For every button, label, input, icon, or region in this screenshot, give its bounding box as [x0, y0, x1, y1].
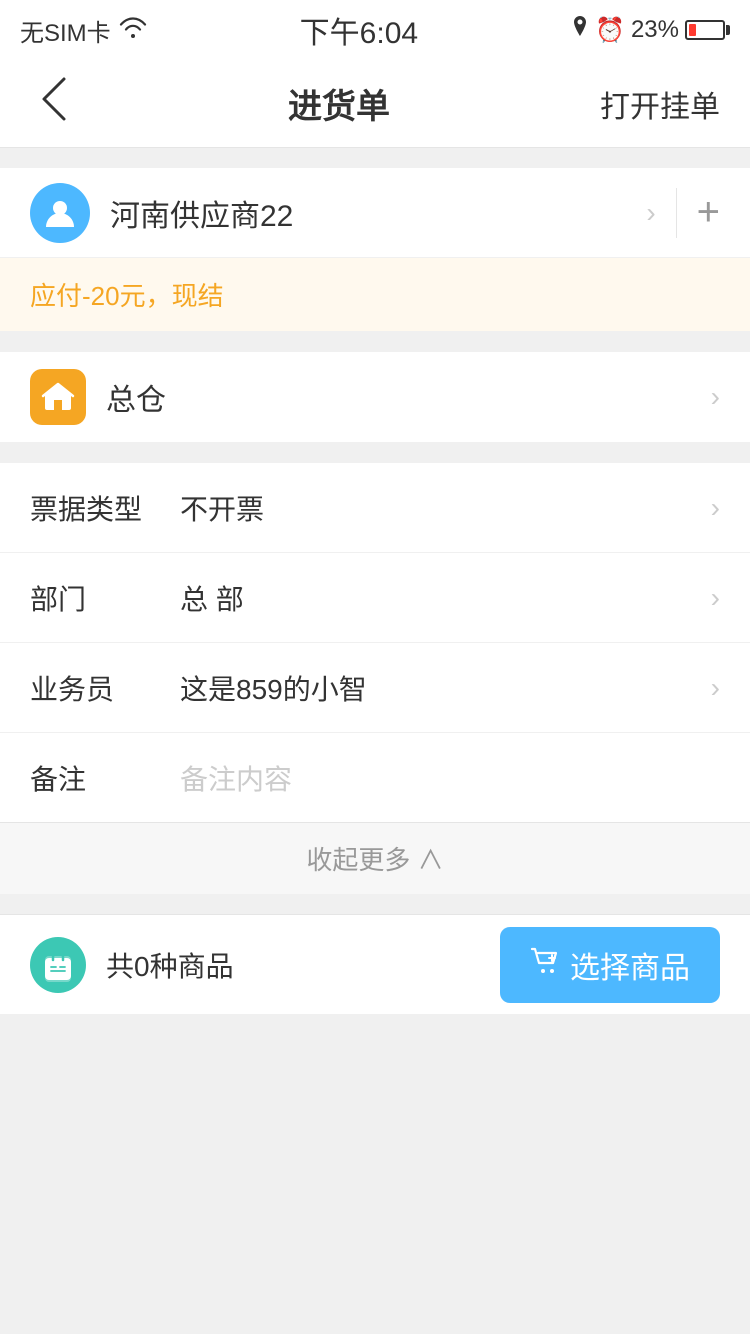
add-supplier-button[interactable]: + [697, 190, 720, 235]
page-background [0, 1014, 750, 1314]
status-right: ⏰ 23% [571, 16, 730, 45]
invoice-row[interactable]: 票据类型 不开票 › [0, 462, 750, 552]
supplier-name: 河南供应商22 [110, 191, 646, 235]
supplier-avatar [30, 183, 90, 243]
section-gap-1 [0, 148, 750, 168]
carrier-text: 无SIM卡 [20, 13, 111, 48]
status-bar: 无SIM卡 下午6:04 ⏰ 23% [0, 0, 750, 60]
salesman-row[interactable]: 业务员 这是859的小智 › [0, 642, 750, 732]
select-goods-button[interactable]: 选择商品 [500, 927, 720, 1003]
dept-row[interactable]: 部门 总 部 › [0, 552, 750, 642]
form-card: 票据类型 不开票 › 部门 总 部 › 业务员 这是859的小智 › 备注 备注… [0, 462, 750, 894]
warehouse-name: 总仓 [106, 375, 711, 419]
battery-icon [685, 20, 730, 40]
alarm-icon: ⏰ [595, 16, 625, 45]
supplier-card: 河南供应商22 › + 应付-20元，现结 [0, 168, 750, 332]
notice-bar: 应付-20元，现结 [0, 258, 750, 332]
salesman-value: 这是859的小智 [160, 668, 711, 708]
section-gap-4 [0, 894, 750, 914]
battery-percent: 23% [631, 16, 679, 44]
page-title: 进货单 [288, 79, 390, 128]
invoice-chevron-icon: › [711, 492, 720, 524]
dept-value: 总 部 [160, 578, 711, 618]
goods-bag-icon [30, 937, 86, 993]
nav-bar: 进货单 打开挂单 [0, 60, 750, 148]
dept-chevron-icon: › [711, 582, 720, 614]
select-goods-label: 选择商品 [570, 943, 690, 987]
status-time: 下午6:04 [300, 8, 418, 52]
bottom-bar: 共0种商品 选择商品 [0, 914, 750, 1014]
status-left: 无SIM卡 [20, 13, 147, 48]
supplier-chevron-icon: › [646, 197, 655, 229]
warehouse-row[interactable]: 总仓 › [0, 352, 750, 442]
back-button[interactable] [30, 65, 78, 142]
section-gap-3 [0, 442, 750, 462]
goods-count: 共0种商品 [106, 945, 500, 985]
invoice-label: 票据类型 [30, 488, 160, 528]
invoice-value: 不开票 [160, 488, 711, 528]
supplier-row[interactable]: 河南供应商22 › + [0, 168, 750, 258]
salesman-chevron-icon: › [711, 672, 720, 704]
wifi-icon [119, 16, 147, 45]
location-icon [571, 16, 589, 45]
collapse-button[interactable]: 收起更多 ∧ [0, 822, 750, 894]
remark-label: 备注 [30, 758, 160, 798]
cart-icon [530, 947, 560, 982]
section-gap-2 [0, 332, 750, 352]
open-pending-button[interactable]: 打开挂单 [600, 82, 720, 126]
warehouse-chevron-icon: › [711, 381, 720, 413]
collapse-label: 收起更多 ∧ [306, 840, 443, 877]
remark-row[interactable]: 备注 备注内容 [0, 732, 750, 822]
supplier-divider [676, 188, 677, 238]
warehouse-icon [30, 369, 86, 425]
dept-label: 部门 [30, 578, 160, 618]
salesman-label: 业务员 [30, 668, 160, 708]
warehouse-card: 总仓 › [0, 352, 750, 442]
notice-text: 应付-20元，现结 [30, 281, 224, 311]
remark-input[interactable]: 备注内容 [160, 758, 720, 798]
